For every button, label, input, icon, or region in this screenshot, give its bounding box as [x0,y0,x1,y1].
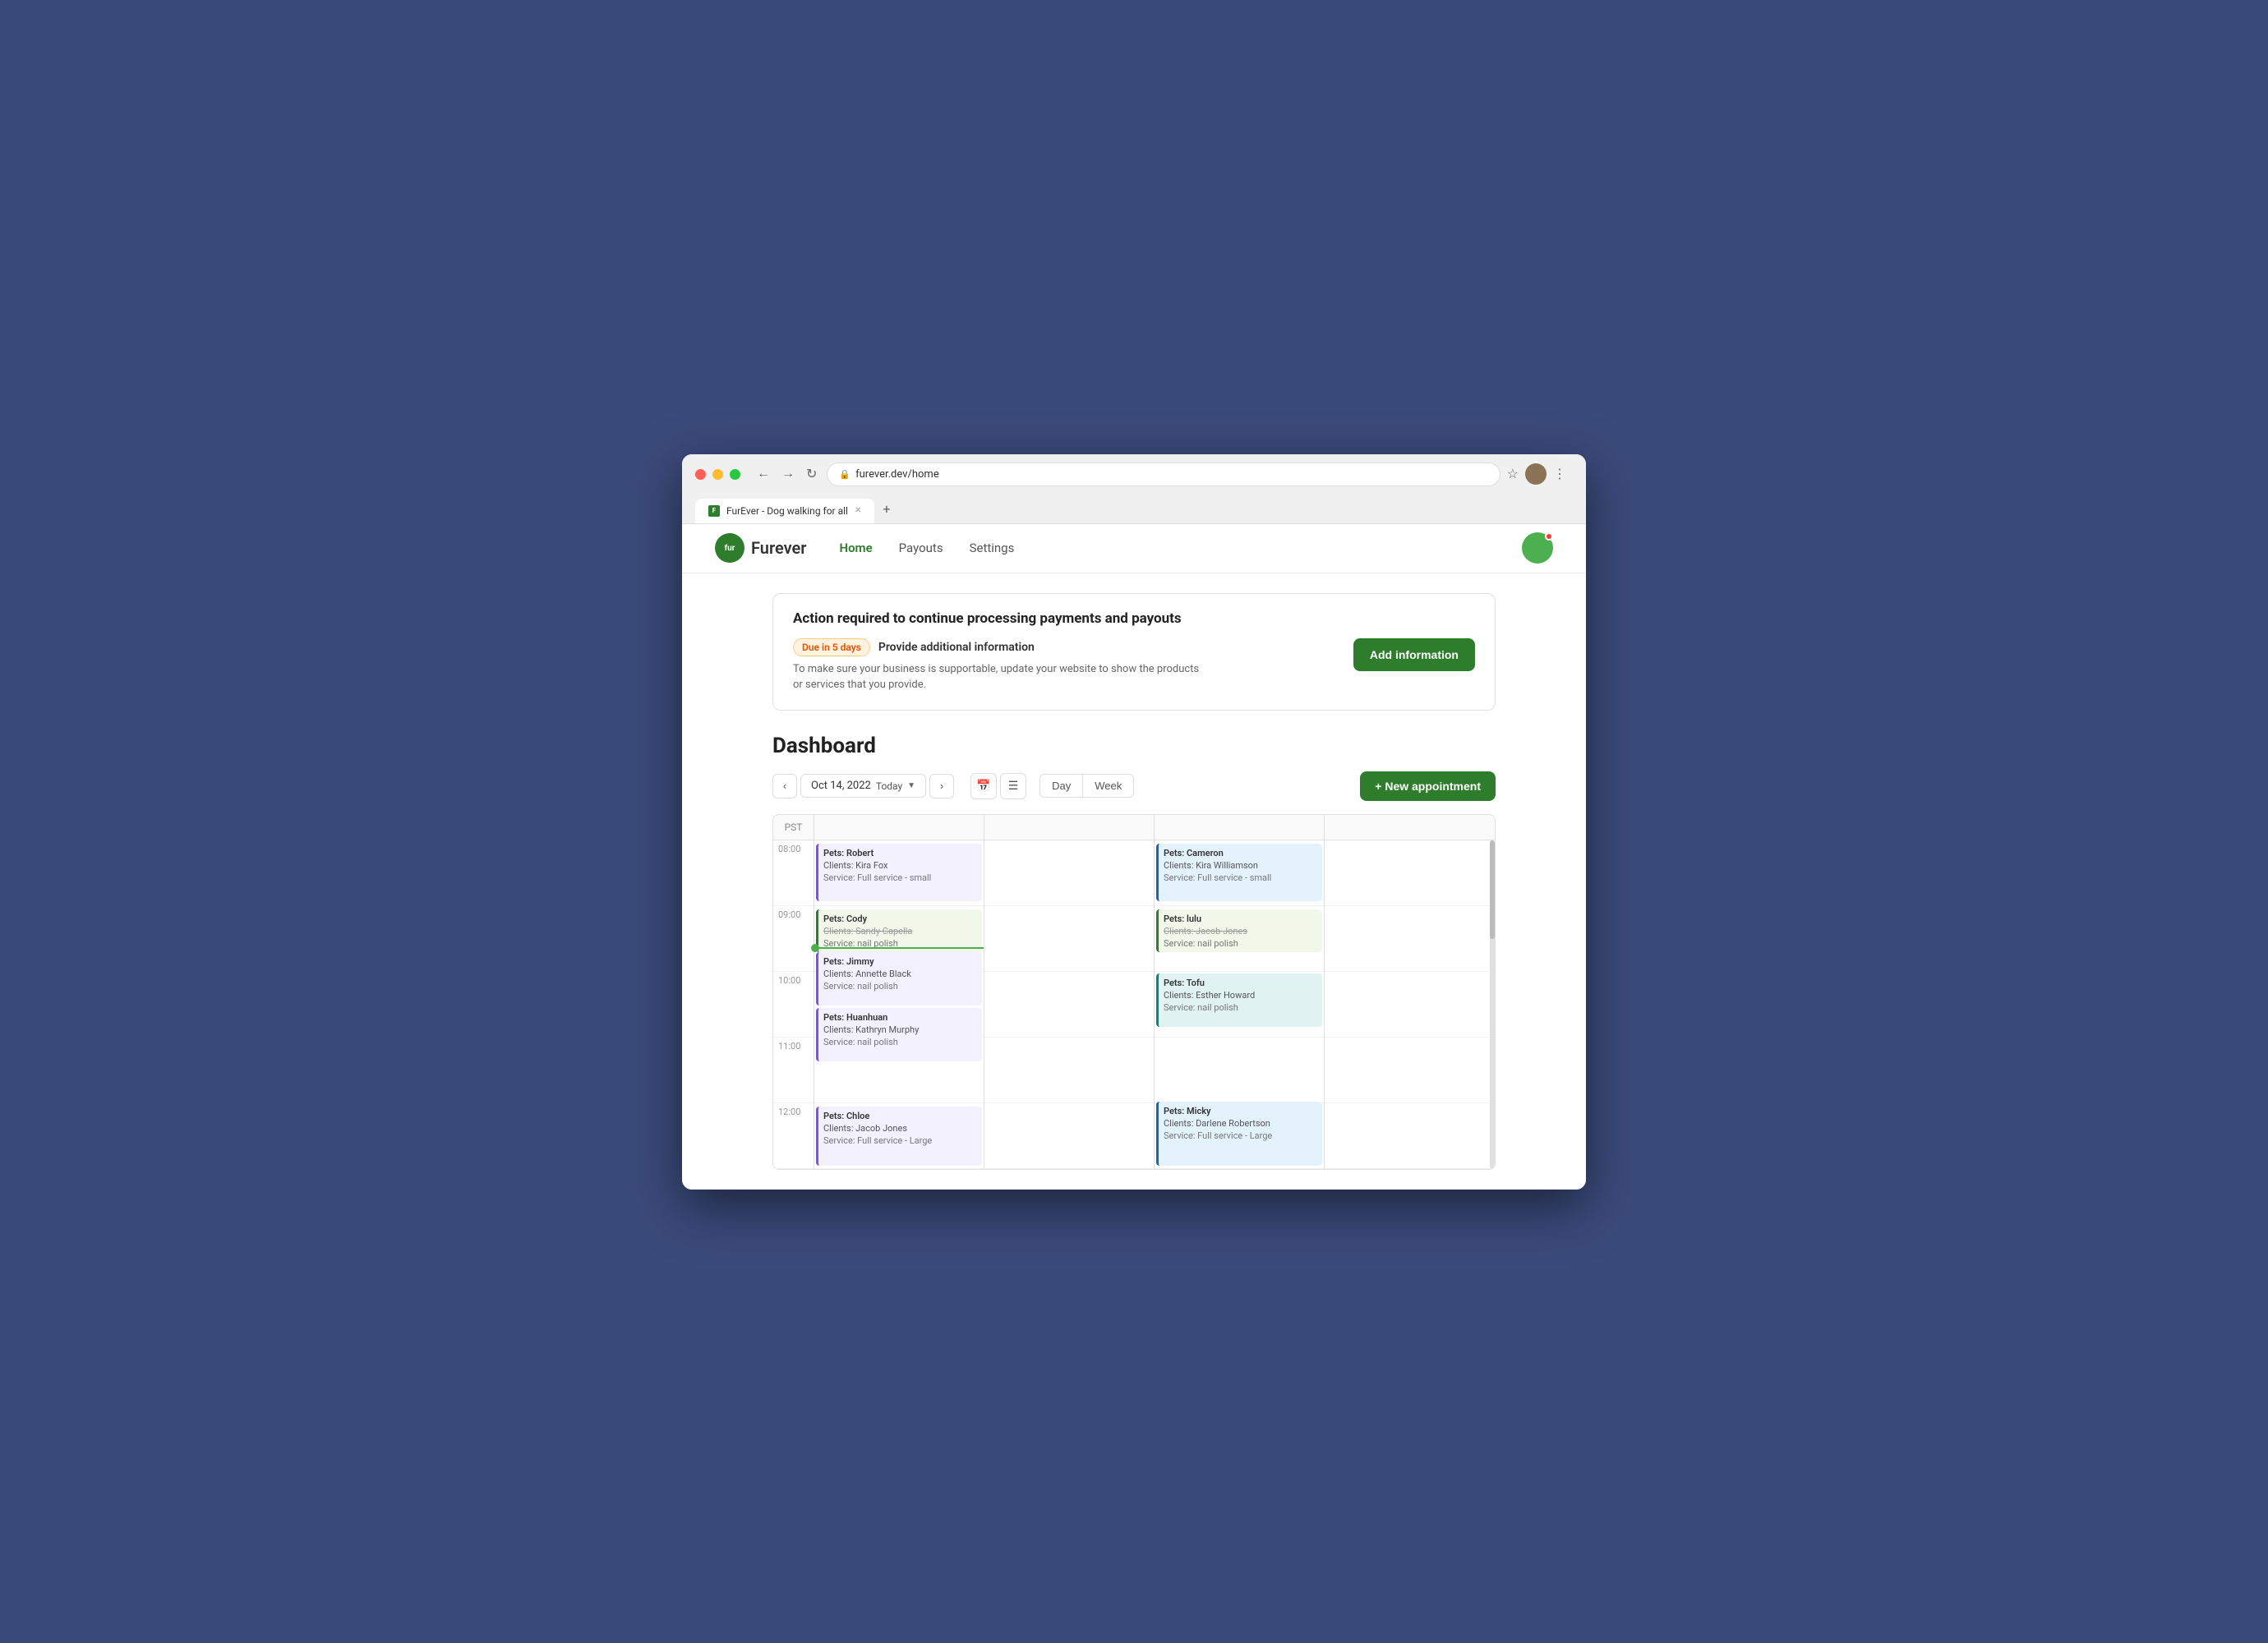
time-slot-800: 08:00 [773,840,814,906]
add-information-button[interactable]: Add information [1353,638,1475,671]
calendar-view-button[interactable]: 📅 [970,773,997,799]
col-header-3 [1155,815,1325,840]
view-toggle: 📅 ☰ [970,773,1026,799]
alert-row: Due in 5 days Provide additional informa… [793,638,1475,693]
tab-favicon: F [708,505,720,517]
appointment-lulu[interactable]: Pets: lulu Clients: Jacob Jones Service:… [1156,909,1322,952]
date-text: Oct 14, 2022 [811,780,871,792]
active-tab[interactable]: F FurEver - Dog walking for all ✕ [695,499,874,523]
chevron-down-icon: ▼ [907,781,915,790]
logo-abbr: fur [725,544,735,553]
appointment-cody[interactable]: Pets: Cody Clients: Sandy Capella Servic… [816,909,982,952]
alert-subtitle: Provide additional information [878,641,1035,654]
calendar-header: PST [773,815,1495,840]
notification-dot [1545,532,1553,541]
nav-link-home[interactable]: Home [839,537,872,559]
day-view-button[interactable]: Day [1040,775,1083,797]
dashboard-toolbar: ‹ Oct 14, 2022 Today ▼ › 📅 ☰ Day [772,771,1496,801]
appointment-robert[interactable]: Pets: Robert Clients: Kira Fox Service: … [816,844,982,901]
address-bar[interactable]: 🔒 furever.dev/home [827,463,1500,486]
appointment-tofu[interactable]: Pets: Tofu Clients: Esther Howard Servic… [1156,973,1322,1027]
browser-actions: ☆ ⋮ [1507,463,1566,485]
app-logo: fur Furever [715,533,806,563]
scroll-thumb [1490,840,1495,939]
appointment-cameron[interactable]: Pets: Cameron Clients: Kira Williamson S… [1156,844,1322,901]
list-view-button[interactable]: ☰ [1000,773,1026,799]
browser-nav-buttons: ← → ↻ [754,463,820,486]
app-content: fur Furever Home Payouts Settings Action… [682,524,1586,1190]
week-view-button[interactable]: Week [1083,775,1133,797]
day-week-toggle: Day Week [1040,774,1134,798]
dashboard: Dashboard ‹ Oct 14, 2022 Today ▼ › 📅 ☰ [772,734,1496,1170]
day-column-4 [1325,840,1495,1169]
prev-date-button[interactable]: ‹ [772,774,797,798]
due-badge: Due in 5 days [793,638,870,656]
nav-link-payouts[interactable]: Payouts [899,537,943,559]
reload-button[interactable]: ↻ [803,463,820,486]
nav-links: Home Payouts Settings [839,537,1014,559]
col-header-2 [984,815,1155,840]
nav-link-settings[interactable]: Settings [970,537,1015,559]
lock-icon: 🔒 [839,469,850,480]
close-button[interactable] [695,469,706,480]
time-slot-1200: 12:00 [773,1103,814,1169]
alert-description: To make sure your business is supportabl… [793,661,1204,693]
browser-window: ← → ↻ 🔒 furever.dev/home ☆ ⋮ F FurEver -… [682,454,1586,1190]
alert-badge-row: Due in 5 days Provide additional informa… [793,638,1204,656]
calendar-scroll-wrapper: PST 08:00 09:00 10:00 [772,814,1496,1170]
day-column-2 [984,840,1155,1169]
time-column: 08:00 09:00 10:00 11:00 12:00 [773,840,814,1169]
main-content: Action required to continue processing p… [740,573,1528,1190]
date-display[interactable]: Oct 14, 2022 Today ▼ [800,774,926,798]
calendar-body: 08:00 09:00 10:00 11:00 12:00 [773,840,1495,1169]
menu-button[interactable]: ⋮ [1553,466,1566,482]
col-header-4 [1325,815,1495,840]
browser-tabs: F FurEver - Dog walking for all ✕ + [695,495,1573,523]
tab-close-button[interactable]: ✕ [855,506,861,515]
day-column-1: Pets: Robert Clients: Kira Fox Service: … [814,840,984,1169]
tab-title: FurEver - Dog walking for all [726,505,848,517]
appointment-micky[interactable]: Pets: Micky Clients: Darlene Robertson S… [1156,1102,1322,1166]
browser-controls: ← → ↻ 🔒 furever.dev/home ☆ ⋮ [695,463,1573,486]
browser-chrome: ← → ↻ 🔒 furever.dev/home ☆ ⋮ F FurEver -… [682,454,1586,524]
alert-banner: Action required to continue processing p… [772,593,1496,711]
dashboard-title: Dashboard [772,734,1496,758]
forward-button[interactable]: → [778,463,798,485]
date-nav: ‹ Oct 14, 2022 Today ▼ › [772,774,954,798]
user-avatar[interactable] [1522,532,1553,564]
scrollbar[interactable] [1490,840,1495,1169]
bookmark-button[interactable]: ☆ [1507,466,1519,482]
today-badge: Today [876,780,902,792]
maximize-button[interactable] [730,469,740,480]
logo-icon: fur [715,533,744,563]
browser-user-avatar[interactable] [1525,463,1547,485]
address-text: furever.dev/home [855,468,939,481]
nav-right [1522,532,1553,564]
appointment-jimmy[interactable]: Pets: Jimmy Clients: Annette Black Servi… [816,952,982,1006]
next-date-button[interactable]: › [929,774,954,798]
day-column-3: Pets: Cameron Clients: Kira Williamson S… [1155,840,1325,1169]
alert-title: Action required to continue processing p… [793,610,1475,627]
appointment-chloe[interactable]: Pets: Chloe Clients: Jacob Jones Service… [816,1107,982,1166]
timezone-header: PST [773,815,814,840]
alert-left: Due in 5 days Provide additional informa… [793,638,1204,693]
back-button[interactable]: ← [754,463,773,485]
col-header-1 [814,815,984,840]
new-appointment-button[interactable]: + New appointment [1360,771,1496,801]
minimize-button[interactable] [712,469,723,480]
app-nav: fur Furever Home Payouts Settings [682,524,1586,573]
logo-text: Furever [751,538,806,558]
calendar-grid: PST 08:00 09:00 10:00 [772,814,1496,1170]
new-tab-button[interactable]: + [876,495,897,523]
time-slot-1100: 11:00 [773,1038,814,1103]
appointment-huanhuan[interactable]: Pets: Huanhuan Clients: Kathryn Murphy S… [816,1008,982,1061]
time-slot-1000: 10:00 [773,972,814,1038]
time-slot-900: 09:00 [773,906,814,972]
